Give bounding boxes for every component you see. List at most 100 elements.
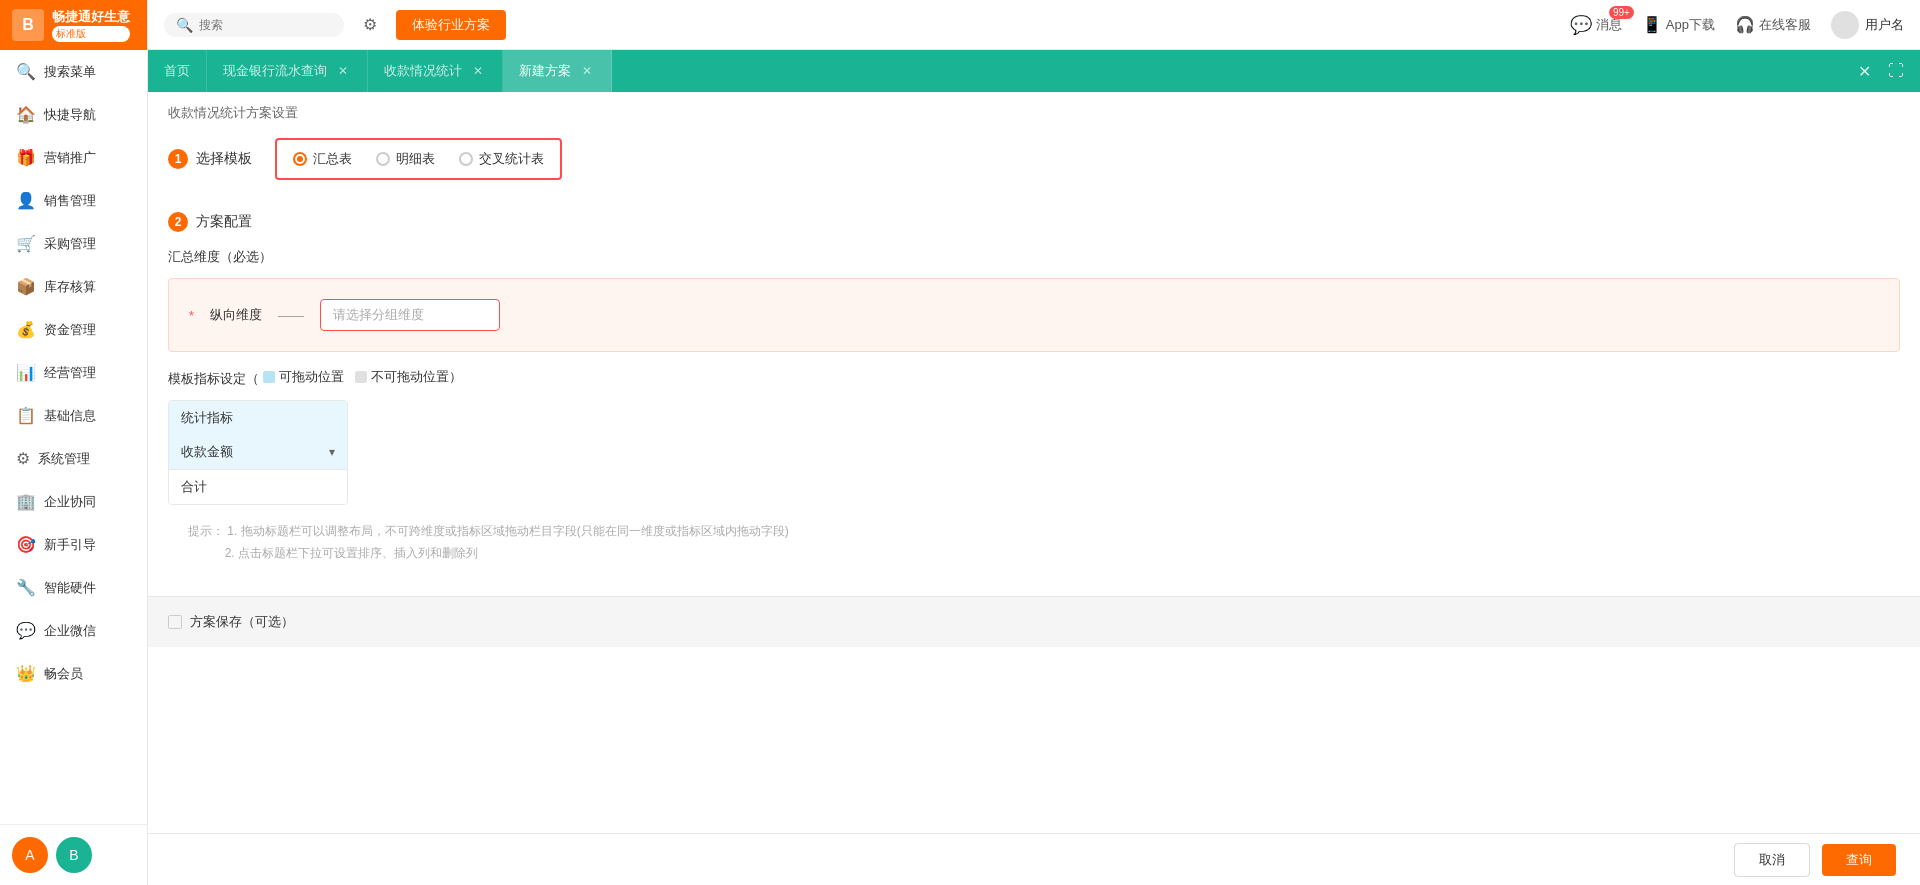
query-button[interactable]: 查询 (1822, 844, 1896, 876)
sidebar-item-newbie[interactable]: 🎯 新手引导 (0, 523, 147, 566)
page-breadcrumb: 收款情况统计方案设置 (148, 92, 1920, 122)
tab-new-plan[interactable]: 新建方案 ✕ (503, 50, 612, 92)
radio-summary-btn[interactable] (293, 152, 307, 166)
radio-detail[interactable]: 明细表 (376, 150, 435, 168)
sidebar-item-marketing[interactable]: 🎁 营销推广 (0, 136, 147, 179)
sidebar-item-enterprise[interactable]: 🏢 企业协同 (0, 480, 147, 523)
section-template: 1 选择模板 汇总表 明细表 (148, 122, 1920, 212)
tab-expand-button[interactable]: ⛶ (1884, 59, 1908, 83)
tab-bank-close[interactable]: ✕ (335, 63, 351, 79)
download-button[interactable]: 📱 App下载 (1642, 15, 1715, 34)
sidebar-item-label: 库存核算 (44, 278, 96, 296)
sidebar-item-operations[interactable]: 📊 经营管理 (0, 351, 147, 394)
radio-cross-label: 交叉统计表 (479, 150, 544, 168)
required-mark: * (189, 308, 194, 323)
group-dimension-select[interactable]: 请选择分组维度 (320, 299, 500, 331)
user-icon: 👤 (16, 191, 36, 210)
indicator-header-label: 统计指标 (181, 409, 233, 427)
sidebar-item-system[interactable]: ⚙ 系统管理 (0, 437, 147, 480)
save-option-bar: 方案保存（可选） (148, 596, 1920, 647)
sidebar-item-label: 搜索菜单 (44, 63, 96, 81)
target-icon: 🎯 (16, 535, 36, 554)
indicator-column-header[interactable]: 收款金额 ▾ (169, 435, 347, 469)
search-bar[interactable]: 🔍 (164, 13, 344, 37)
template-options: 汇总表 明细表 交叉统计表 (275, 138, 562, 180)
download-label: App下载 (1666, 16, 1715, 34)
cancel-button[interactable]: 取消 (1734, 843, 1810, 877)
dropdown-arrow-icon: ▾ (329, 445, 335, 459)
indicator-header: 模板指标设定（ 可拖动位置 不可拖动位置） (168, 368, 1900, 388)
movable-label: 可拖动位置 (279, 368, 344, 386)
tips-title: 提示： (188, 524, 224, 538)
search-input[interactable] (199, 18, 319, 32)
gift-icon: 🎁 (16, 148, 36, 167)
tab-home[interactable]: 首页 (148, 50, 207, 92)
radio-cross-btn[interactable] (459, 152, 473, 166)
tabs-bar: 首页 现金银行流水查询 ✕ 收款情况统计 ✕ 新建方案 ✕ ✕ ⛶ (148, 50, 1920, 92)
user-menu[interactable]: 用户名 (1831, 11, 1904, 39)
tab-collection[interactable]: 收款情况统计 ✕ (368, 50, 503, 92)
sidebar-item-search[interactable]: 🔍 搜索菜单 (0, 50, 147, 93)
settings-button[interactable]: ⚙ (356, 11, 384, 39)
sidebar-item-funds[interactable]: 💰 资金管理 (0, 308, 147, 351)
sidebar-item-quicknav[interactable]: 🏠 快捷导航 (0, 93, 147, 136)
save-label: 方案保存（可选） (190, 613, 294, 631)
main-area: 🔍 ⚙ 体验行业方案 💬 99+ 消息 📱 App下载 🎧 在线客服 用户名 (148, 0, 1920, 885)
sidebar-item-label: 采购管理 (44, 235, 96, 253)
sidebar-item-purchase[interactable]: 🛒 采购管理 (0, 222, 147, 265)
sidebar-logo: B 畅捷通好生意 标准版 (0, 0, 147, 50)
tab-new-plan-label: 新建方案 (519, 62, 571, 80)
sidebar-item-member[interactable]: 👑 畅会员 (0, 652, 147, 695)
radio-summary[interactable]: 汇总表 (293, 150, 352, 168)
radio-detail-btn[interactable] (376, 152, 390, 166)
save-checkbox[interactable] (168, 615, 182, 629)
sidebar: B 畅捷通好生意 标准版 🔍 搜索菜单 🏠 快捷导航 🎁 营销推广 👤 销售管理… (0, 0, 148, 885)
tips-item-2: 2. 点击标题栏下拉可设置排序、插入列和删除列 (225, 546, 478, 560)
sidebar-item-label: 销售管理 (44, 192, 96, 210)
sidebar-item-inventory[interactable]: 📦 库存核算 (0, 265, 147, 308)
column-name: 收款金额 (181, 443, 233, 461)
support-button[interactable]: 🎧 在线客服 (1735, 15, 1811, 34)
page-content: 收款情况统计方案设置 1 选择模板 汇总表 明细表 (148, 92, 1920, 833)
clipboard-icon: 📋 (16, 406, 36, 425)
sidebar-item-basic[interactable]: 📋 基础信息 (0, 394, 147, 437)
crown-icon: 👑 (16, 664, 36, 683)
tabs-actions: ✕ ⛶ (1840, 50, 1920, 92)
tab-bank[interactable]: 现金银行流水查询 ✕ (207, 50, 368, 92)
section2-title: 2 方案配置 (168, 212, 1900, 232)
radio-cross[interactable]: 交叉统计表 (459, 150, 544, 168)
dimension-row: * 纵向维度 —— 请选择分组维度 (189, 299, 1879, 331)
section1-number: 1 (168, 149, 188, 169)
wrench-icon: 🔧 (16, 578, 36, 597)
chat-icon: 💬 (16, 621, 36, 640)
tab-new-plan-close[interactable]: ✕ (579, 63, 595, 79)
edition-badge: 标准版 (52, 26, 130, 42)
sidebar-avatar-1[interactable]: A (12, 837, 48, 873)
tab-collection-close[interactable]: ✕ (470, 63, 486, 79)
section-config: 2 方案配置 汇总维度（必选） * 纵向维度 —— 请选择分组维度 (148, 212, 1920, 596)
sidebar-item-wechat[interactable]: 💬 企业微信 (0, 609, 147, 652)
industry-button[interactable]: 体验行业方案 (396, 10, 506, 40)
building-icon: 🏢 (16, 492, 36, 511)
money-icon: 💰 (16, 320, 36, 339)
tab-minimize-button[interactable]: ✕ (1852, 59, 1876, 83)
tips-section: 提示： 1. 拖动标题栏可以调整布局，不可跨维度或指标区域拖动栏目字段(只能在同… (168, 505, 1900, 580)
field-label: 纵向维度 (210, 306, 262, 324)
sidebar-item-label: 企业协同 (44, 493, 96, 511)
section2-label: 方案配置 (196, 213, 252, 231)
sidebar-item-label: 快捷导航 (44, 106, 96, 124)
message-button[interactable]: 💬 99+ 消息 (1570, 14, 1622, 36)
sidebar-item-hardware[interactable]: 🔧 智能硬件 (0, 566, 147, 609)
indicator-table: 统计指标 收款金额 ▾ 合计 (168, 400, 348, 505)
message-icon: 💬 (1570, 14, 1592, 36)
indicator-total-row: 合计 (169, 469, 347, 504)
message-count: 99+ (1609, 6, 1634, 19)
tab-bank-label: 现金银行流水查询 (223, 62, 327, 80)
tips-item-1: 1. 拖动标题栏可以调整布局，不可跨维度或指标区域拖动栏目字段(只能在同一维度或… (227, 524, 788, 538)
sidebar-item-label: 系统管理 (38, 450, 90, 468)
radio-detail-label: 明细表 (396, 150, 435, 168)
sidebar-avatar-2[interactable]: B (56, 837, 92, 873)
fixed-label: 不可拖动位置） (371, 368, 462, 386)
indicator-table-header: 统计指标 (169, 401, 347, 435)
sidebar-item-sales[interactable]: 👤 销售管理 (0, 179, 147, 222)
